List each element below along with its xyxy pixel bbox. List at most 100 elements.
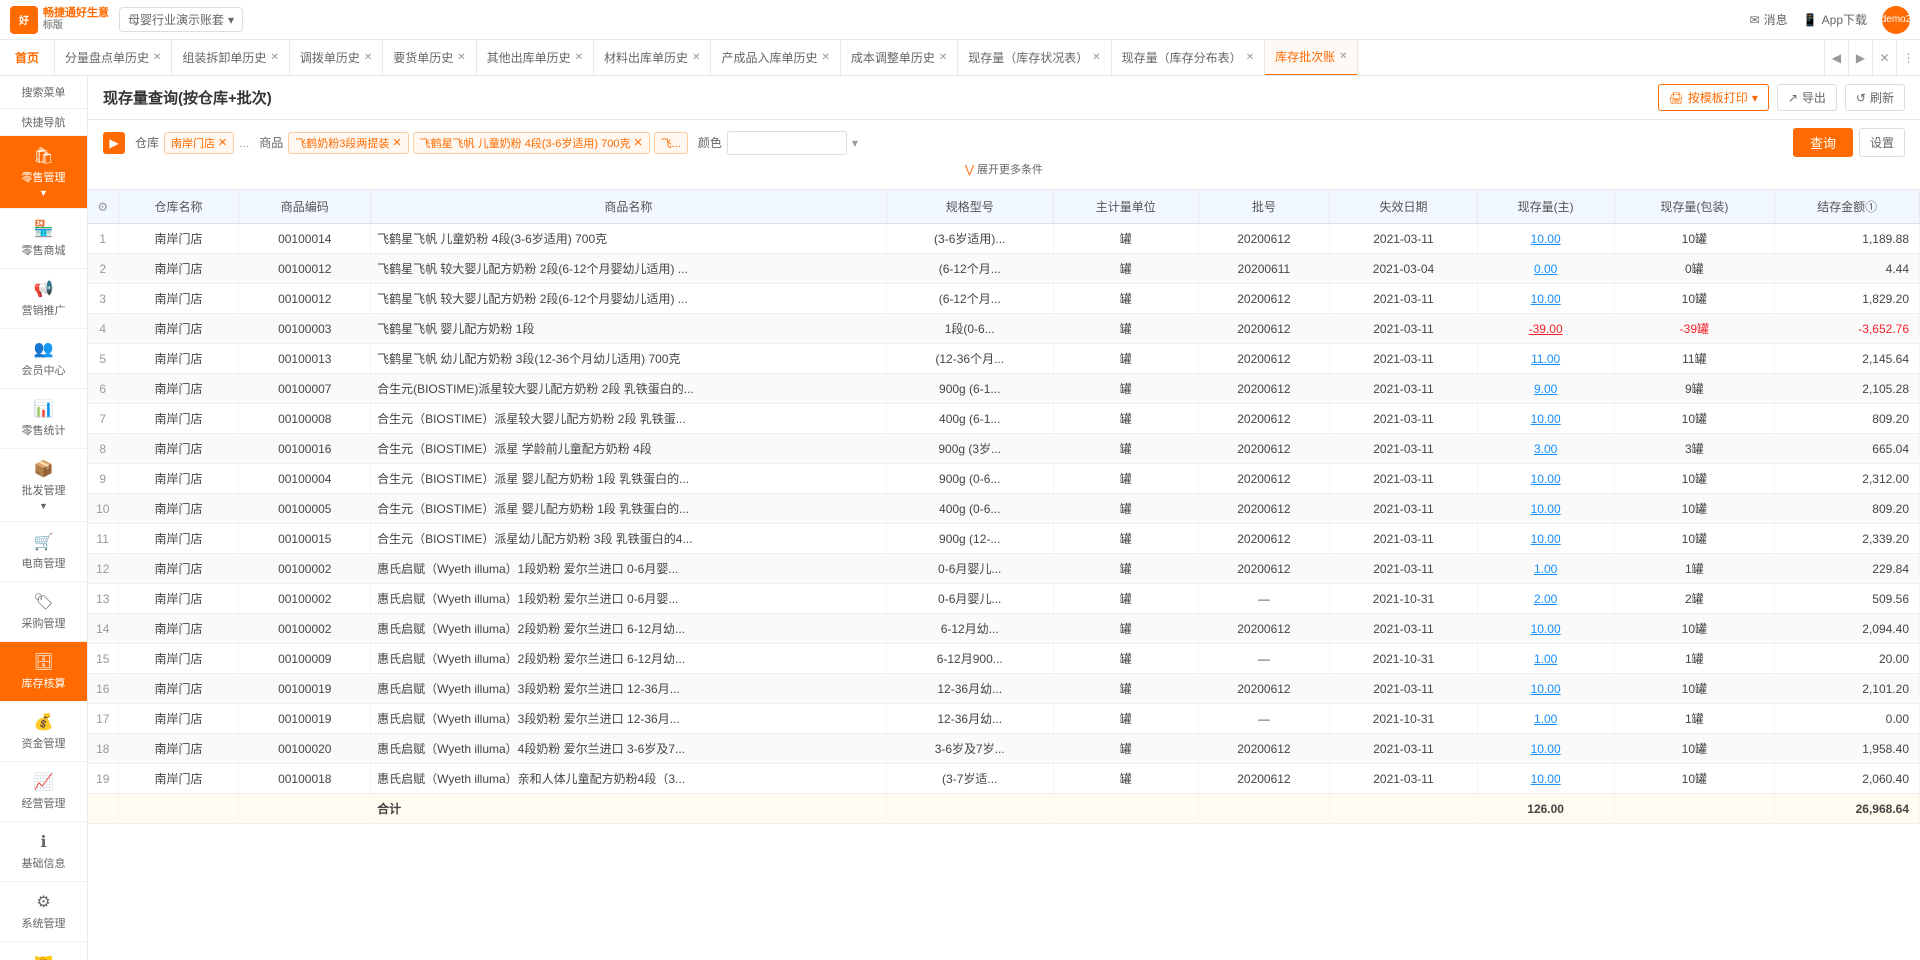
warehouse-tag[interactable]: 南岸门店 ✕	[164, 132, 234, 154]
goods-tag-more[interactable]: 飞...	[654, 132, 688, 154]
goods-tag-2[interactable]: 飞鹤星飞帆 儿童奶粉 4段(3-6岁适用) 700克 ✕	[413, 132, 650, 154]
user-avatar[interactable]: demo2	[1882, 6, 1910, 34]
cell-balance: 1,189.88	[1775, 224, 1920, 254]
sidebar-item-basic[interactable]: ℹ 基础信息	[0, 822, 87, 882]
warehouse-more[interactable]: ...	[239, 136, 249, 150]
sidebar-item-business[interactable]: 📈 经营管理	[0, 762, 87, 822]
table-row: 12 南岸门店 00100002 惠氏启赋（Wyeth illuma）1段奶粉 …	[88, 554, 1920, 584]
remove-goods1-icon[interactable]: ✕	[392, 136, 401, 149]
tab-produce[interactable]: 产成品入库单历史 ✕	[711, 40, 840, 76]
sidebar-item-finance[interactable]: 💰 资金管理	[0, 702, 87, 762]
close-icon[interactable]: ✕	[153, 52, 161, 63]
cell-balance: 20.00	[1775, 644, 1920, 674]
cell-stock-main[interactable]: 10.00	[1477, 524, 1614, 554]
cell-name: 惠氏启赋（Wyeth illuma）2段奶粉 爱尔兰进口 6-12月幼...	[371, 614, 887, 644]
refresh-button[interactable]: ↺ 刷新	[1845, 84, 1905, 111]
cell-stock-main[interactable]: 2.00	[1477, 584, 1614, 614]
close-icon[interactable]: ✕	[1092, 52, 1100, 63]
sidebar-item-ecommerce[interactable]: 🛒 电商管理	[0, 522, 87, 582]
cell-stock-main[interactable]: 1.00	[1477, 554, 1614, 584]
cell-stock-pkg: 1罐	[1614, 644, 1775, 674]
cell-stock-main[interactable]: 0.00	[1477, 254, 1614, 284]
nav-home[interactable]: 首页	[0, 40, 55, 76]
tab-material[interactable]: 材料出库单历史 ✕	[594, 40, 711, 76]
sidebar-item-retail[interactable]: 🛍 零售管理 ▼	[0, 136, 87, 209]
settings-button[interactable]: 设置	[1859, 128, 1905, 157]
tab-batch[interactable]: 库存批次账 ✕	[1265, 40, 1358, 76]
close-icon[interactable]: ✕	[575, 52, 583, 63]
sidebar-item-collab[interactable]: 🤝 企业协同	[0, 942, 87, 960]
sidebar-search[interactable]: 搜索菜单	[0, 76, 87, 109]
tab-yaohuo[interactable]: 要货单历史 ✕	[383, 40, 476, 76]
nav-left-arrow[interactable]: ◀	[1824, 40, 1848, 76]
sidebar-quick-nav[interactable]: 快捷导航	[0, 109, 87, 136]
table-row: 4 南岸门店 00100003 飞鹤星飞帆 婴儿配方奶粉 1段 1段(0-6..…	[88, 314, 1920, 344]
tab-diaobuo[interactable]: 调拨单历史 ✕	[290, 40, 383, 76]
color-input[interactable]	[727, 131, 847, 155]
sidebar-item-marketing[interactable]: 📢 营销推广	[0, 269, 87, 329]
sidebar-item-inventory[interactable]: 🗄 库存核算	[0, 642, 87, 702]
sidebar-item-retail-stat[interactable]: 📊 零售统计	[0, 389, 87, 449]
cell-stock-main[interactable]: 3.00	[1477, 434, 1614, 464]
cell-stock-main[interactable]: 9.00	[1477, 374, 1614, 404]
cell-spec: (3-6岁适用)...	[886, 224, 1053, 254]
close-icon[interactable]: ✕	[939, 52, 947, 63]
close-icon[interactable]: ✕	[364, 52, 372, 63]
tab-cost[interactable]: 成本调整单历史 ✕	[841, 40, 958, 76]
cell-unit: 罐	[1053, 614, 1198, 644]
cell-stock-main[interactable]: 10.00	[1477, 614, 1614, 644]
close-icon[interactable]: ✕	[821, 52, 829, 63]
cell-expiry: 2021-10-31	[1330, 584, 1478, 614]
cell-stock-main[interactable]: 1.00	[1477, 704, 1614, 734]
cell-stock-main[interactable]: 10.00	[1477, 734, 1614, 764]
filter-color: 颜色 ▾	[698, 131, 858, 155]
sidebar-item-system[interactable]: ⚙ 系统管理	[0, 882, 87, 942]
color-chevron-icon[interactable]: ▾	[852, 136, 858, 150]
export-button[interactable]: ↗ 导出	[1777, 84, 1837, 111]
workspace-selector[interactable]: 母婴行业演示账套 ▾	[119, 7, 243, 32]
expand-more-conditions[interactable]: ⋁ 展开更多条件	[103, 157, 1905, 181]
col-settings[interactable]: ⚙	[88, 190, 118, 224]
cell-stock-main[interactable]: 1.00	[1477, 644, 1614, 674]
tab-stock-status[interactable]: 现存量（库存状况表） ✕	[958, 40, 1111, 76]
col-spec: 规格型号	[886, 190, 1053, 224]
tab-stock-dist[interactable]: 现存量（库存分布表） ✕	[1112, 40, 1265, 76]
close-icon[interactable]: ✕	[1246, 52, 1254, 63]
content-area: 现存量查询(按仓库+批次) 🖨 按模板打印 ▾ ↗ 导出 ↺ 刷新	[88, 76, 1920, 960]
query-button[interactable]: 查询	[1793, 128, 1853, 157]
close-icon[interactable]: ✕	[457, 52, 465, 63]
col-warehouse: 仓库名称	[118, 190, 239, 224]
filter-expand-toggle[interactable]: ▶	[103, 132, 125, 154]
sidebar-item-shop[interactable]: 🏪 零售商城	[0, 209, 87, 269]
nav-close-btn[interactable]: ✕	[1872, 40, 1896, 76]
tab-chuku[interactable]: 其他出库单历史 ✕	[477, 40, 594, 76]
close-icon[interactable]: ✕	[1339, 51, 1347, 62]
remove-warehouse-icon[interactable]: ✕	[218, 136, 227, 149]
close-icon[interactable]: ✕	[692, 52, 700, 63]
main-layout: 搜索菜单 快捷导航 🛍 零售管理 ▼ 🏪 零售商城 📢 营销推广 👥 会员中心 …	[0, 76, 1920, 960]
sidebar-item-member[interactable]: 👥 会员中心	[0, 329, 87, 389]
cell-stock-main[interactable]: 10.00	[1477, 284, 1614, 314]
sidebar-item-purchase[interactable]: 🏷 采购管理	[0, 582, 87, 642]
table-settings-icon[interactable]: ⚙	[97, 200, 108, 214]
template-print-button[interactable]: 🖨 按模板打印 ▾	[1658, 84, 1769, 111]
app-download-button[interactable]: 📱 App下载	[1803, 11, 1867, 28]
nav-right-arrow[interactable]: ▶	[1848, 40, 1872, 76]
message-button[interactable]: ✉ 消息	[1750, 11, 1788, 28]
nav-menu-btn[interactable]: ⋮	[1896, 40, 1920, 76]
cell-stock-main[interactable]: 10.00	[1477, 674, 1614, 704]
goods-tag-1[interactable]: 飞鹤奶粉3段两提装 ✕	[288, 132, 408, 154]
cell-stock-main[interactable]: 10.00	[1477, 224, 1614, 254]
tab-fenliang[interactable]: 分量盘点单历史 ✕	[55, 40, 172, 76]
cell-stock-main[interactable]: 10.00	[1477, 404, 1614, 434]
close-icon[interactable]: ✕	[270, 52, 278, 63]
cell-stock-main[interactable]: 10.00	[1477, 494, 1614, 524]
cell-spec: 900g (6-1...	[886, 374, 1053, 404]
remove-goods2-icon[interactable]: ✕	[633, 136, 642, 149]
cell-stock-main[interactable]: 10.00	[1477, 464, 1614, 494]
tab-zuzhuang[interactable]: 组装拆卸单历史 ✕	[172, 40, 289, 76]
cell-stock-main[interactable]: 10.00	[1477, 764, 1614, 794]
cell-stock-main[interactable]: 11.00	[1477, 344, 1614, 374]
sidebar-item-wholesale[interactable]: 📦 批发管理 ▼	[0, 449, 87, 522]
cell-stock-main[interactable]: -39.00	[1477, 314, 1614, 344]
